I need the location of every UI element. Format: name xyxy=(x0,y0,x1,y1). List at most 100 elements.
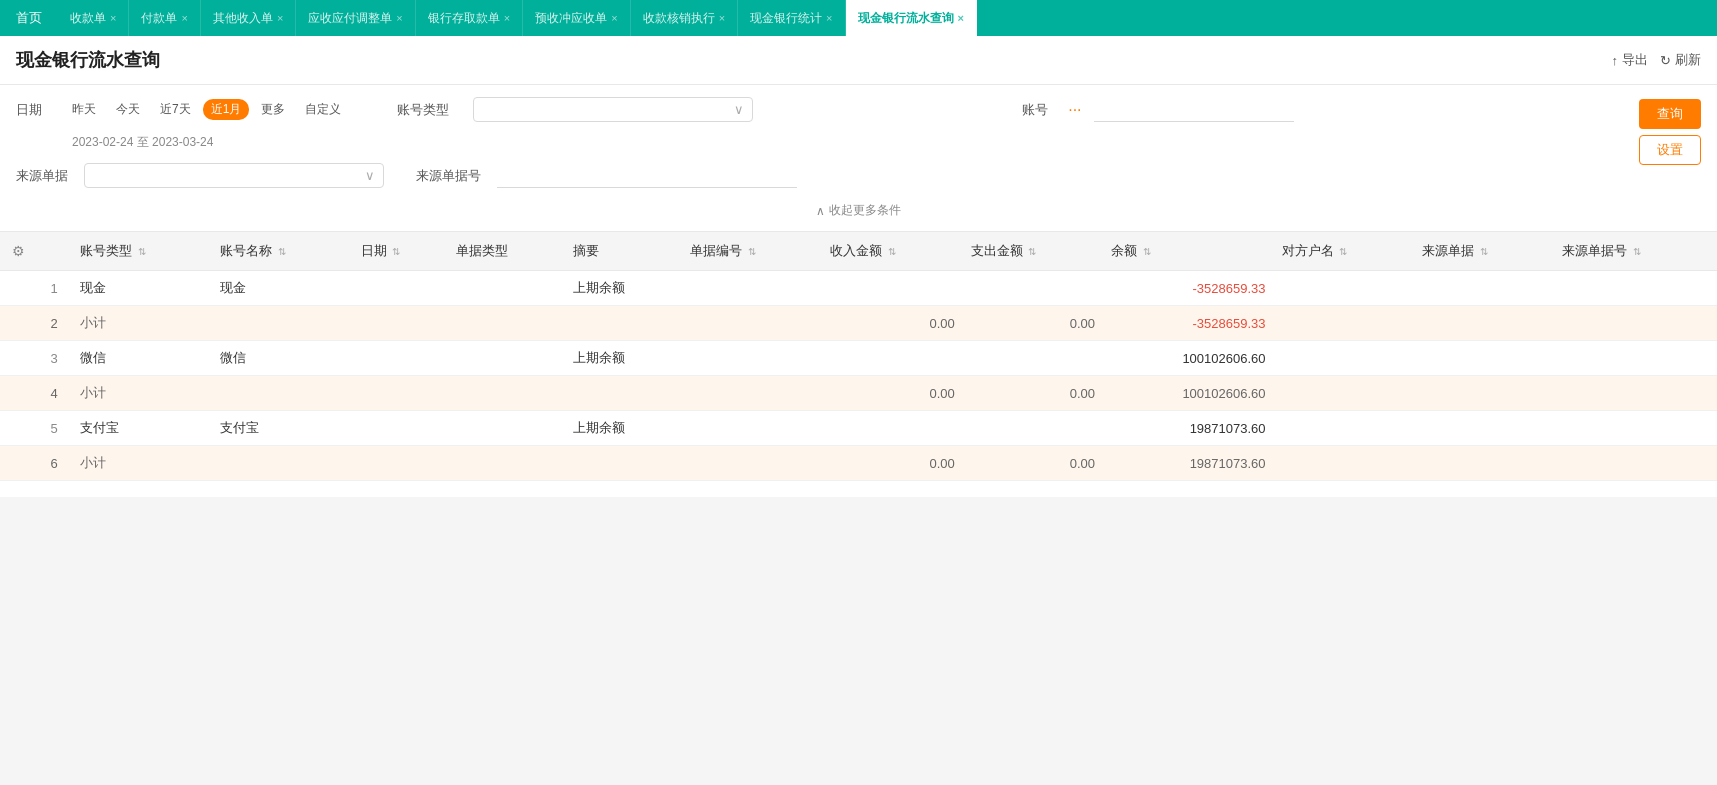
cell-counterpart xyxy=(1274,411,1414,446)
date-opt-7days[interactable]: 近7天 xyxy=(152,99,199,120)
date-opt-yesterday[interactable]: 昨天 xyxy=(64,99,104,120)
date-range-display: 2023-02-24 至 2023-03-24 xyxy=(72,134,213,151)
sort-icon: ⇅ xyxy=(278,246,286,257)
sort-icon: ⇅ xyxy=(1143,246,1151,257)
column-doc-type[interactable]: 单据类型 xyxy=(448,232,565,271)
cell-summary xyxy=(565,376,682,411)
nav-tab-label: 应收应付调整单 xyxy=(308,10,392,27)
table-header-row: ⚙ 账号类型 ⇅ 账号名称 ⇅ 日期 ⇅ 单据类型 xyxy=(0,232,1717,271)
column-balance[interactable]: 余额 ⇅ xyxy=(1103,232,1273,271)
close-icon[interactable]: × xyxy=(181,12,187,24)
nav-tab-付款单[interactable]: 付款单 × xyxy=(129,0,200,36)
nav-home[interactable]: 首页 xyxy=(0,0,58,36)
cell-doc-no xyxy=(682,306,822,341)
close-icon[interactable]: × xyxy=(504,12,510,24)
column-label: 支出金额 xyxy=(971,243,1023,258)
column-income[interactable]: 收入金额 ⇅ xyxy=(822,232,962,271)
column-label: 来源单据 xyxy=(1422,243,1474,258)
column-source-doc[interactable]: 来源单据 ⇅ xyxy=(1414,232,1554,271)
date-filter-row: 日期 昨天 今天 近7天 近1月 更多 自定义 账号类型 ∨ xyxy=(16,97,1623,122)
cell-counterpart xyxy=(1274,271,1414,306)
page-title: 现金银行流水查询 xyxy=(16,48,160,84)
refresh-label: 刷新 xyxy=(1675,51,1701,69)
cell-date xyxy=(353,271,449,306)
nav-tab-现金银行流水查询[interactable]: 现金银行流水查询 × xyxy=(846,0,977,36)
nav-tab-label: 银行存取款单 xyxy=(428,10,500,27)
column-num xyxy=(36,232,72,271)
cell-account-name: 微信 xyxy=(212,341,352,376)
column-account-type[interactable]: 账号类型 ⇅ xyxy=(72,232,212,271)
close-icon[interactable]: × xyxy=(396,12,402,24)
query-button[interactable]: 查询 xyxy=(1639,99,1701,129)
nav-tab-现金银行统计[interactable]: 现金银行统计 × xyxy=(738,0,845,36)
cell-balance: -3528659.33 xyxy=(1103,306,1273,341)
account-input[interactable] xyxy=(1094,98,1294,122)
cell-account-type: 小计 xyxy=(72,446,212,481)
column-expense[interactable]: 支出金额 ⇅ xyxy=(963,232,1103,271)
cell-source-doc-no xyxy=(1554,306,1717,341)
source-doc-no-input[interactable] xyxy=(497,164,797,188)
source-doc-select[interactable]: ∨ xyxy=(84,163,384,188)
settings-button[interactable]: 设置 xyxy=(1639,135,1701,165)
source-doc-label: 来源单据 xyxy=(16,167,68,185)
cell-source-doc xyxy=(1414,306,1554,341)
cell-summary: 上期余额 xyxy=(565,411,682,446)
collapse-bar[interactable]: ∧ 收起更多条件 xyxy=(16,202,1701,219)
column-account-name[interactable]: 账号名称 ⇅ xyxy=(212,232,352,271)
cell-num: 6 xyxy=(36,446,72,481)
column-source-doc-no[interactable]: 来源单据号 ⇅ xyxy=(1554,232,1717,271)
close-icon[interactable]: × xyxy=(277,12,283,24)
close-icon[interactable]: × xyxy=(719,12,725,24)
date-opt-today[interactable]: 今天 xyxy=(108,99,148,120)
cell-num: 4 xyxy=(36,376,72,411)
date-opt-1month[interactable]: 近1月 xyxy=(203,99,250,120)
account-type-select[interactable]: ∨ xyxy=(473,97,753,122)
cell-date xyxy=(353,446,449,481)
close-icon[interactable]: × xyxy=(826,12,832,24)
nav-tab-银行存取款单[interactable]: 银行存取款单 × xyxy=(416,0,523,36)
date-opt-more[interactable]: 更多 xyxy=(253,99,293,120)
nav-tab-收款核销执行[interactable]: 收款核销执行 × xyxy=(631,0,738,36)
cell-doc-type xyxy=(448,306,565,341)
export-button[interactable]: ↑ 导出 xyxy=(1612,51,1649,69)
close-icon[interactable]: × xyxy=(110,12,116,24)
sort-icon: ⇅ xyxy=(392,246,400,257)
cell-counterpart xyxy=(1274,306,1414,341)
table-row: 4 小计 0.00 0.00 100102606.60 xyxy=(0,376,1717,411)
column-label: 来源单据号 xyxy=(1562,243,1627,258)
date-opt-custom[interactable]: 自定义 xyxy=(297,99,349,120)
cell-expense xyxy=(963,411,1103,446)
date-options: 昨天 今天 近7天 近1月 更多 自定义 xyxy=(64,99,349,120)
column-counterpart[interactable]: 对方户名 ⇅ xyxy=(1274,232,1414,271)
refresh-button[interactable]: ↻ 刷新 xyxy=(1660,51,1701,69)
nav-tab-收款单[interactable]: 收款单 × xyxy=(58,0,129,36)
cell-counterpart xyxy=(1274,376,1414,411)
gear-icon[interactable]: ⚙ xyxy=(12,243,25,259)
column-label: 摘要 xyxy=(573,243,599,258)
cell-doc-type xyxy=(448,271,565,306)
cell-balance: 100102606.60 xyxy=(1103,376,1273,411)
close-icon[interactable]: × xyxy=(611,12,617,24)
cell-gear xyxy=(0,376,36,411)
cell-account-name: 现金 xyxy=(212,271,352,306)
column-doc-no[interactable]: 单据编号 ⇅ xyxy=(682,232,822,271)
close-icon[interactable]: × xyxy=(958,12,964,24)
nav-tab-应收应付调整单[interactable]: 应收应付调整单 × xyxy=(296,0,415,36)
cell-date xyxy=(353,411,449,446)
cell-account-type: 微信 xyxy=(72,341,212,376)
cell-source-doc-no xyxy=(1554,411,1717,446)
column-label: 账号名称 xyxy=(220,243,272,258)
cell-balance: 19871073.60 xyxy=(1103,411,1273,446)
column-summary[interactable]: 摘要 xyxy=(565,232,682,271)
nav-tab-预收冲应收单[interactable]: 预收冲应收单 × xyxy=(523,0,630,36)
header-actions: ↑ 导出 ↻ 刷新 xyxy=(1612,51,1702,81)
column-date[interactable]: 日期 ⇅ xyxy=(353,232,449,271)
table-row: 6 小计 0.00 0.00 19871073.60 xyxy=(0,446,1717,481)
cell-account-type: 小计 xyxy=(72,376,212,411)
ellipsis-button[interactable]: ··· xyxy=(1068,101,1081,119)
nav-tab-其他收入单[interactable]: 其他收入单 × xyxy=(201,0,296,36)
cell-account-type: 现金 xyxy=(72,271,212,306)
cell-balance: 19871073.60 xyxy=(1103,446,1273,481)
table-container: ⚙ 账号类型 ⇅ 账号名称 ⇅ 日期 ⇅ 单据类型 xyxy=(0,232,1717,497)
cell-summary: 上期余额 xyxy=(565,341,682,376)
